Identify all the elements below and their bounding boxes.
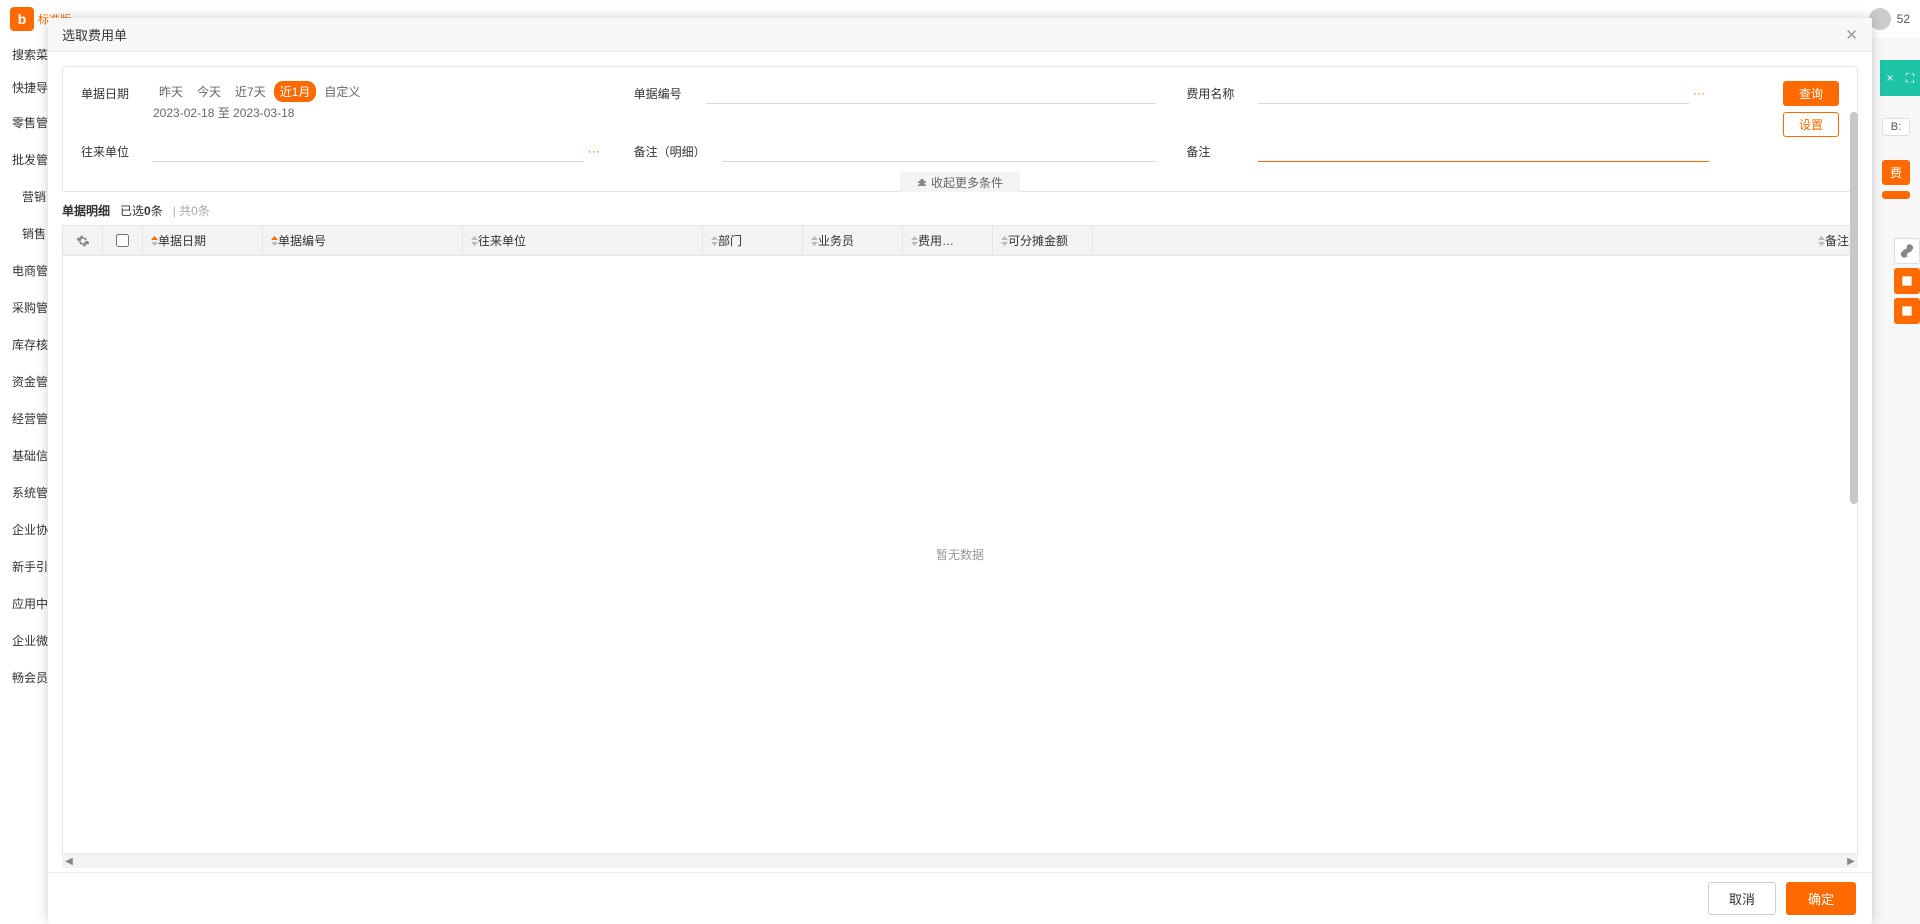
th-dept[interactable]: 部门	[703, 226, 803, 255]
filter-input-expense-name[interactable]	[1258, 82, 1689, 104]
th-date[interactable]: 单据日期	[143, 226, 263, 255]
filter-label-partner: 往来单位	[81, 139, 145, 160]
th-remark-label: 备注	[1825, 232, 1849, 249]
date-range-text: 2023-02-18 至 2023-03-18	[153, 104, 604, 121]
filter-label-doc-no: 单据编号	[634, 81, 698, 102]
hscroll-right-icon[interactable]: ▶	[1844, 854, 1858, 868]
hscroll-left-icon[interactable]: ◀	[62, 854, 76, 868]
section-title: 单据明细	[62, 202, 110, 219]
expense-name-more-icon[interactable]: ···	[1689, 86, 1709, 100]
th-person[interactable]: 业务员	[803, 226, 903, 255]
filter-input-remark-detail[interactable]	[722, 140, 1157, 162]
collapse-more-conditions[interactable]: 收起更多条件	[900, 172, 1020, 192]
total-count: | 共0条	[173, 202, 210, 219]
date-chip-1m[interactable]: 近1月	[274, 81, 317, 102]
table-empty-state: 暂无数据	[63, 256, 1857, 853]
filter-input-partner[interactable]	[153, 140, 584, 162]
date-chip-7d[interactable]: 近7天	[229, 81, 272, 102]
filter-label-expense-name: 费用名称	[1186, 81, 1250, 102]
table-select-all[interactable]	[103, 226, 143, 255]
vertical-scrollbar[interactable]	[1850, 112, 1858, 812]
table-config-button[interactable]	[63, 226, 103, 255]
date-chip-today[interactable]: 今天	[191, 81, 227, 102]
partner-more-icon[interactable]: ···	[584, 144, 604, 158]
cancel-button[interactable]: 取消	[1708, 882, 1776, 915]
modal-close[interactable]: ✕	[1845, 26, 1858, 44]
filter-label-date: 单据日期	[81, 81, 145, 102]
data-table: 单据日期 单据编号 往来单位 部门	[62, 225, 1858, 854]
settings-button[interactable]: 设置	[1783, 112, 1839, 137]
date-chip-yesterday[interactable]: 昨天	[153, 81, 189, 102]
th-person-label: 业务员	[818, 232, 854, 249]
th-doc-no[interactable]: 单据编号	[263, 226, 463, 255]
filter-input-doc-no[interactable]	[706, 82, 1157, 104]
horizontal-scrollbar[interactable]: ◀ ▶	[62, 854, 1858, 868]
selected-count: 已选0条	[120, 202, 163, 219]
select-all-checkbox[interactable]	[116, 234, 129, 247]
vscroll-thumb[interactable]	[1850, 112, 1858, 504]
th-dept-label: 部门	[718, 232, 742, 249]
search-button[interactable]: 查询	[1783, 81, 1839, 106]
confirm-button[interactable]: 确定	[1786, 882, 1856, 915]
date-chip-custom[interactable]: 自定义	[318, 81, 366, 102]
filter-label-remark-detail: 备注（明细）	[634, 139, 714, 160]
th-remark[interactable]: 备注	[1093, 226, 1857, 255]
modal-title: 选取费用单	[62, 25, 127, 44]
collapse-label: 收起更多条件	[931, 174, 1003, 191]
th-partner[interactable]: 往来单位	[463, 226, 703, 255]
modal-select-expense: 选取费用单 ✕ 单据日期 昨天 今天 近7天 近1月	[48, 18, 1872, 924]
filter-label-remark: 备注	[1186, 139, 1250, 160]
th-expense-label: 费用…	[918, 232, 954, 249]
filter-card: 单据日期 昨天 今天 近7天 近1月 自定义 2023-02-18 至 2023…	[62, 66, 1858, 192]
th-date-label: 单据日期	[158, 232, 206, 249]
th-partner-label: 往来单位	[478, 232, 526, 249]
th-expense[interactable]: 费用…	[903, 226, 993, 255]
empty-text: 暂无数据	[936, 546, 984, 563]
th-amt-label: 可分摊金额	[1008, 232, 1068, 249]
th-doc-no-label: 单据编号	[278, 232, 326, 249]
filter-input-remark[interactable]	[1258, 140, 1709, 162]
th-amt[interactable]: 可分摊金额	[993, 226, 1093, 255]
